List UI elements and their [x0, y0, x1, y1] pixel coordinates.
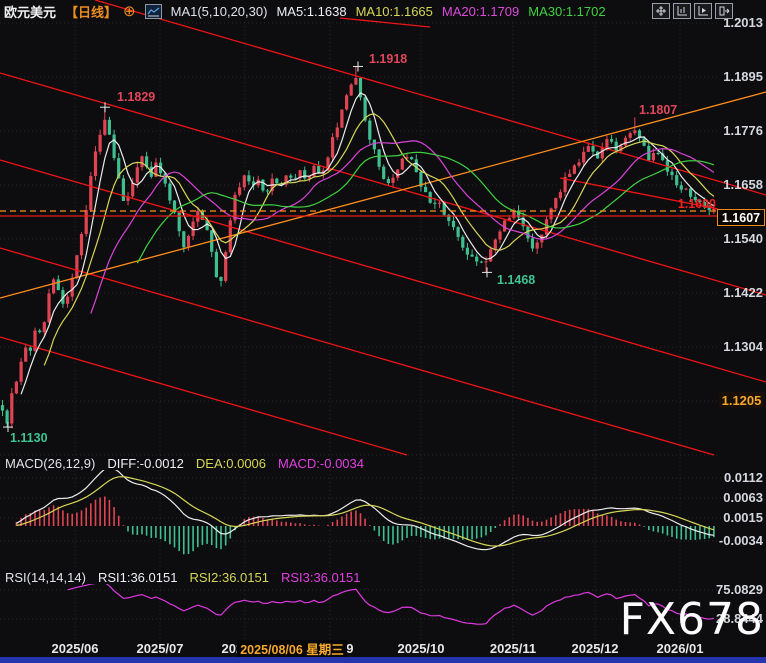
- ma-lines-layer: [20, 92, 715, 395]
- mini-line-chart-icon: [147, 6, 160, 16]
- macd-macd-value: MACD:-0.0034: [278, 456, 364, 471]
- trading-chart-app: 欧元美元 【日线】 ⊕ MA1(5,10,20,30) MA5:1.1638 M…: [0, 0, 766, 663]
- macd-layer: [15, 470, 715, 555]
- ma10-value: MA10:1.1665: [355, 3, 433, 19]
- move-cross-icon: [656, 6, 666, 16]
- alert-price-label: 1.1205: [719, 392, 764, 408]
- toolbar: 欧元美元 【日线】 ⊕ MA1(5,10,20,30) MA5:1.1638 M…: [4, 0, 606, 22]
- price-annotation: 1.1468: [497, 273, 536, 287]
- macd-diff-value: DIFF:-0.0012: [107, 456, 184, 471]
- zoom-axis-button[interactable]: [673, 3, 691, 19]
- period-selector[interactable]: 【日线】: [65, 2, 117, 21]
- macd-header: MACD(26,12,9) DIFF:-0.0012 DEA:0.0006 MA…: [5, 456, 364, 471]
- y-axis-label: 1.1895: [723, 69, 763, 84]
- rsi1-value: RSI1:36.0151: [97, 570, 178, 585]
- macd-axis-label: 0.0112: [723, 470, 763, 485]
- price-annotation: 1.1600: [677, 197, 716, 211]
- watermark: FX678: [619, 594, 764, 645]
- y-axis-label: 1.1422: [723, 285, 763, 300]
- ma20-value: MA20:1.1709: [441, 3, 520, 19]
- play-forward-button[interactable]: [694, 3, 712, 19]
- axis-play-icon: [698, 6, 708, 16]
- rsi-layer: [67, 584, 715, 625]
- price-annotation: 1.1829: [117, 90, 156, 104]
- crosshair-move-button[interactable]: [652, 3, 670, 19]
- trendlines-layer: [0, 0, 766, 456]
- y-axis-label: 1.1776: [723, 123, 763, 138]
- rsi3-value: RSI3:36.0151: [280, 570, 361, 585]
- ma-params-label: MA1(5,10,20,30): [170, 3, 268, 19]
- x-axis-label: 2025/07: [136, 641, 184, 656]
- x-axis-label: 2025/12: [571, 641, 619, 656]
- rsi-title: RSI(14,14,14): [5, 570, 86, 585]
- price-annotation: 1.1918: [369, 52, 408, 66]
- pan-right-button[interactable]: [715, 3, 733, 19]
- macd-axis-label: 0.0063: [723, 490, 763, 505]
- selected-date-label: 2025/08/06 星期三: [237, 640, 347, 657]
- toolbar-actions: [652, 3, 733, 19]
- macd-axis-label: -0.0034: [718, 533, 763, 548]
- price-annotation: 1.1807: [639, 103, 678, 117]
- axis-bars-icon: [677, 6, 687, 16]
- x-axis-label: 2025/06: [51, 641, 99, 656]
- y-axis-label: 1.1540: [723, 231, 763, 246]
- ma5-value: MA5:1.1638: [276, 3, 347, 19]
- macd-axis-label: 0.0015: [723, 510, 763, 525]
- overlay-layer: [0, 61, 718, 433]
- macd-title: MACD(26,12,9): [5, 456, 96, 471]
- bottom-scrollbar[interactable]: [0, 657, 766, 663]
- symbol-name: 欧元美元: [4, 4, 57, 20]
- ma30-value: MA30:1.1702: [528, 3, 606, 19]
- price-annotation: 1.1130: [10, 431, 48, 445]
- chart-type-icon[interactable]: [144, 3, 162, 19]
- y-axis-label: 1.1658: [723, 177, 763, 192]
- chart-canvas[interactable]: [0, 0, 766, 663]
- y-axis-label: 1.1304: [723, 339, 763, 354]
- x-axis-label: 2025/10: [397, 641, 445, 656]
- exit-arrow-icon: [719, 6, 730, 16]
- macd-dea-value: DEA:0.0006: [195, 456, 267, 471]
- rsi-header: RSI(14,14,14) RSI1:36.0151 RSI2:36.0151 …: [5, 570, 360, 585]
- current-price-box: 1.1607: [717, 209, 765, 226]
- x-axis-label: 2025/11: [489, 641, 537, 656]
- add-overlay-icon[interactable]: ⊕: [123, 4, 136, 19]
- candles-layer: [0, 66, 716, 429]
- rsi2-value: RSI2:36.0151: [189, 570, 269, 585]
